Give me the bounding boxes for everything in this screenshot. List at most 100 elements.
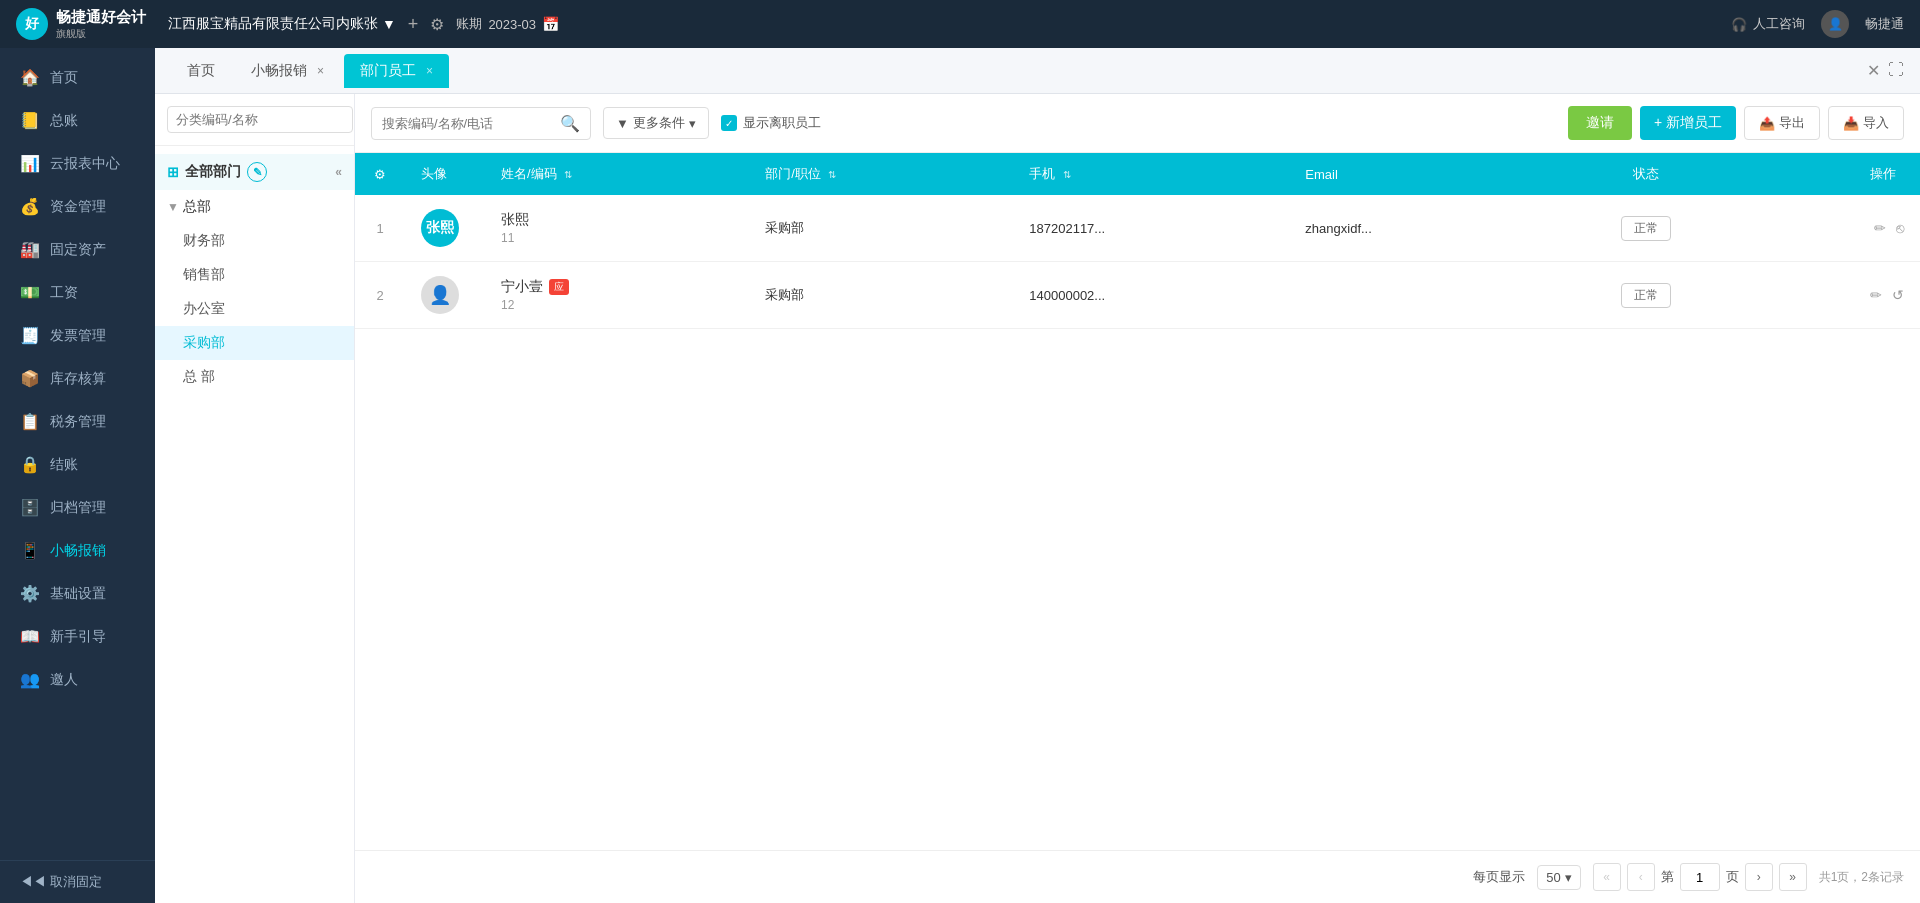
sidebar-item-guide[interactable]: 📖 新手引导 bbox=[0, 615, 155, 658]
sidebar-item-reports[interactable]: 📊 云报表中心 bbox=[0, 142, 155, 185]
dept-item-purchase[interactable]: 采购部 bbox=[155, 326, 354, 360]
sidebar-item-inventory[interactable]: 📦 库存核算 bbox=[0, 357, 155, 400]
cell-no: 1 bbox=[355, 195, 405, 262]
sidebar-item-invoice[interactable]: 🧾 发票管理 bbox=[0, 314, 155, 357]
sidebar-label-ledger: 总账 bbox=[50, 112, 78, 130]
home-icon: 🏠 bbox=[20, 68, 40, 87]
cell-name-code: 宁小壹应12 bbox=[485, 262, 749, 329]
expand-icon[interactable]: ⛶ bbox=[1888, 61, 1904, 80]
dept-item-sales[interactable]: 销售部 bbox=[155, 258, 354, 292]
logout-button[interactable]: ⎋ bbox=[1896, 220, 1904, 236]
expand-arrow: ▼ bbox=[167, 200, 179, 214]
prev-page-btn[interactable]: ‹ bbox=[1627, 863, 1655, 891]
action-buttons: ✏⎋ bbox=[1767, 220, 1904, 236]
invite-button[interactable]: 邀请 bbox=[1568, 106, 1632, 140]
export-button[interactable]: 📤 导出 bbox=[1744, 106, 1820, 140]
sidebar-item-tax[interactable]: 📋 税务管理 bbox=[0, 400, 155, 443]
first-page-btn[interactable]: « bbox=[1593, 863, 1621, 891]
col-dept-pos[interactable]: 部门/职位 ⇅ bbox=[749, 153, 1013, 195]
search-box[interactable]: 🔍 bbox=[371, 107, 591, 140]
status-badge: 正常 bbox=[1621, 216, 1671, 241]
close-tab-icon[interactable]: ✕ bbox=[1867, 61, 1880, 80]
settings-icon: ⚙️ bbox=[20, 584, 40, 603]
dept-parent-zongbu[interactable]: ▼ 总部 bbox=[155, 190, 354, 224]
closing-icon: 🔒 bbox=[20, 455, 40, 474]
sidebar-label-settings: 基础设置 bbox=[50, 585, 106, 603]
tab-close-expense[interactable]: × bbox=[317, 64, 324, 78]
cell-actions: ✏⎋ bbox=[1751, 195, 1920, 262]
table-row: 1张熙张熙11采购部187202117...zhangxidf...正常✏⎋ bbox=[355, 195, 1920, 262]
company-selector[interactable]: 江西服宝精品有限责任公司内账张 ▼ bbox=[168, 15, 396, 33]
sort-icon-phone: ⇅ bbox=[1063, 169, 1071, 180]
sidebar-label-inventory: 库存核算 bbox=[50, 370, 106, 388]
per-page-dropdown-icon: ▾ bbox=[1565, 870, 1572, 885]
add-employee-button[interactable]: + 新增员工 bbox=[1640, 106, 1736, 140]
employee-table-wrapper: ⚙ 头像 姓名/编码 ⇅ 部门/职位 bbox=[355, 153, 1920, 850]
sidebar-item-payroll[interactable]: 💵 工资 bbox=[0, 271, 155, 314]
dept-edit-badge[interactable]: ✎ bbox=[247, 162, 267, 182]
tab-dept-employee[interactable]: 部门员工 × bbox=[344, 54, 449, 88]
show-resigned-checkbox[interactable]: ✓ bbox=[721, 115, 737, 131]
sidebar-item-closing[interactable]: 🔒 结账 bbox=[0, 443, 155, 486]
col-phone[interactable]: 手机 ⇅ bbox=[1013, 153, 1289, 195]
page-input-area: 第 页 bbox=[1661, 863, 1739, 891]
dept-item-finance[interactable]: 财务部 bbox=[155, 224, 354, 258]
last-page-btn[interactable]: » bbox=[1779, 863, 1807, 891]
sidebar-label-home: 首页 bbox=[50, 69, 78, 87]
col-name-code[interactable]: 姓名/编码 ⇅ bbox=[485, 153, 749, 195]
sidebar-item-settings[interactable]: ⚙️ 基础设置 bbox=[0, 572, 155, 615]
tab-close-dept[interactable]: × bbox=[426, 64, 433, 78]
per-page-select[interactable]: 50 ▾ bbox=[1537, 865, 1580, 890]
period-selector[interactable]: 账期 2023-03 📅 bbox=[456, 15, 559, 33]
cell-status: 正常 bbox=[1541, 195, 1751, 262]
toolbar: 🔍 ▼ 更多条件 ▾ ✓ 显示离职员工 邀请 bbox=[355, 94, 1920, 153]
next-page-btn[interactable]: › bbox=[1745, 863, 1773, 891]
sidebar-item-ledger[interactable]: 📒 总账 bbox=[0, 99, 155, 142]
main-layout: 🏠 首页 📒 总账 📊 云报表中心 💰 资金管理 🏭 固定资产 💵 工资 🧾 发… bbox=[0, 48, 1920, 903]
sidebar-label-closing: 结账 bbox=[50, 456, 78, 474]
edit-button[interactable]: ✏ bbox=[1874, 220, 1886, 236]
avatar: 张熙 bbox=[421, 209, 459, 247]
service-btn[interactable]: 🎧 人工咨询 bbox=[1731, 15, 1805, 33]
page-input[interactable] bbox=[1680, 863, 1720, 891]
import-button[interactable]: 📥 导入 bbox=[1828, 106, 1904, 140]
topbar-settings-icon[interactable]: ⚙ bbox=[430, 15, 444, 34]
dept-all-header[interactable]: ⊞ 全部部门 ✎ « bbox=[155, 154, 354, 190]
dept-collapse-icon[interactable]: « bbox=[335, 165, 342, 179]
tab-expense[interactable]: 小畅报销 × bbox=[235, 54, 340, 88]
sidebar-item-archive[interactable]: 🗄️ 归档管理 bbox=[0, 486, 155, 529]
topbar-add-icon[interactable]: + bbox=[408, 14, 419, 35]
logo: 好 畅捷通好会计 旗舰版 bbox=[16, 8, 156, 41]
logo-sub: 旗舰版 bbox=[56, 27, 146, 41]
sidebar-item-assets[interactable]: 🏭 固定资产 bbox=[0, 228, 155, 271]
filter-btn[interactable]: ▼ 更多条件 ▾ bbox=[603, 107, 709, 139]
show-resigned-toggle[interactable]: ✓ 显示离职员工 bbox=[721, 114, 821, 132]
sidebar-item-home[interactable]: 🏠 首页 bbox=[0, 56, 155, 99]
col-settings[interactable]: ⚙ bbox=[355, 153, 405, 195]
edit-button[interactable]: ✏ bbox=[1870, 287, 1882, 303]
sidebar-item-expense[interactable]: 📱 小畅报销 bbox=[0, 529, 155, 572]
dept-tree: ⊞ 全部部门 ✎ « ▼ 总部 财务部 销售部 bbox=[155, 146, 354, 903]
tab-home[interactable]: 首页 bbox=[171, 54, 231, 88]
employee-table: ⚙ 头像 姓名/编码 ⇅ 部门/职位 bbox=[355, 153, 1920, 329]
search-icon[interactable]: 🔍 bbox=[560, 114, 580, 133]
delete-button[interactable]: ↺ bbox=[1892, 287, 1904, 303]
filter-icon: ▼ bbox=[616, 116, 629, 131]
sidebar-item-invite-users[interactable]: 👥 邀人 bbox=[0, 658, 155, 701]
sidebar-label-invoice: 发票管理 bbox=[50, 327, 106, 345]
col-avatar: 头像 bbox=[405, 153, 485, 195]
sidebar-label-invite: 邀人 bbox=[50, 671, 78, 689]
sidebar-label-reports: 云报表中心 bbox=[50, 155, 120, 173]
sidebar-item-funds[interactable]: 💰 资金管理 bbox=[0, 185, 155, 228]
cell-actions: ✏↺ bbox=[1751, 262, 1920, 329]
dept-search-input[interactable] bbox=[167, 106, 353, 133]
username: 畅捷通 bbox=[1865, 15, 1904, 33]
avatar[interactable]: 👤 bbox=[1821, 10, 1849, 38]
dept-item-hq[interactable]: 总 部 bbox=[155, 360, 354, 394]
search-input[interactable] bbox=[382, 116, 554, 131]
sidebar-label-payroll: 工资 bbox=[50, 284, 78, 302]
invite-icon: 👥 bbox=[20, 670, 40, 689]
cell-dept-pos: 采购部 bbox=[749, 195, 1013, 262]
dept-item-office[interactable]: 办公室 bbox=[155, 292, 354, 326]
cancel-fixed-btn[interactable]: ◀◀ 取消固定 bbox=[0, 860, 155, 903]
